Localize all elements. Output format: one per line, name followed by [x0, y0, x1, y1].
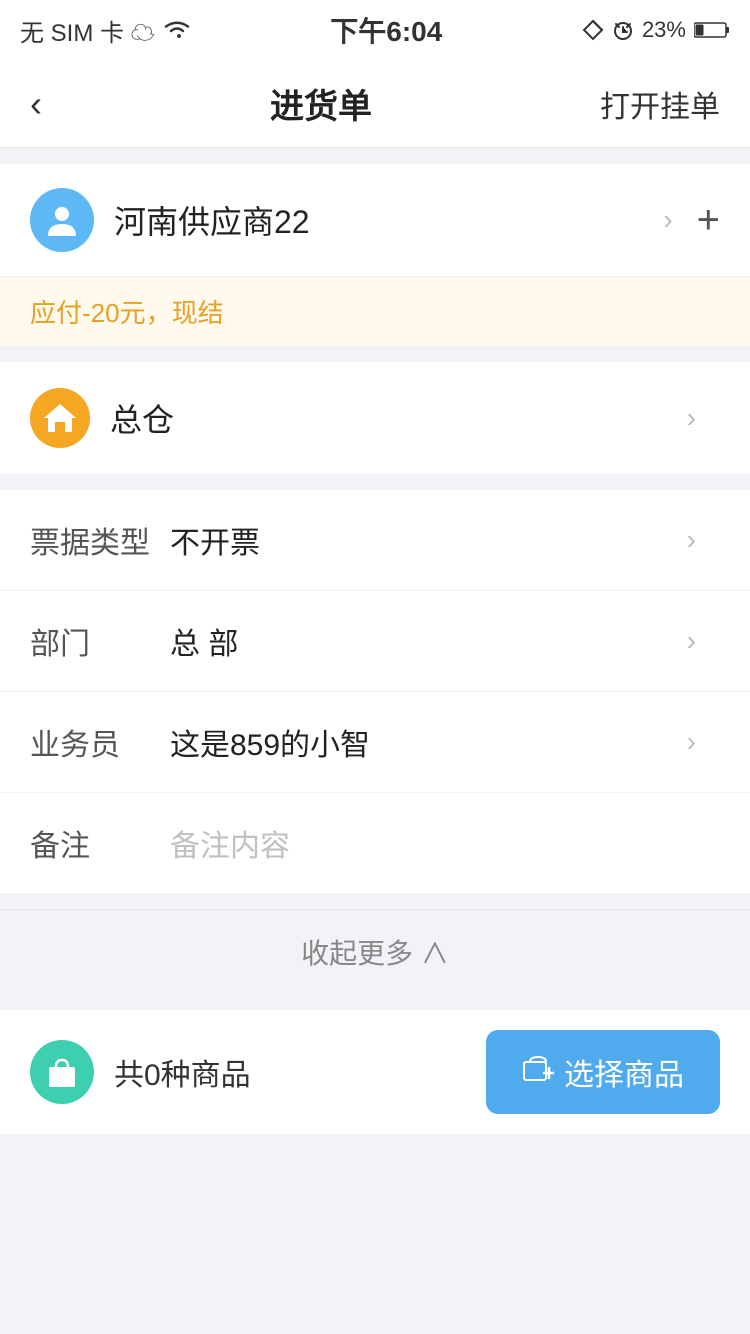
- product-count-label: 共0种商品: [114, 1050, 486, 1094]
- invoice-type-row[interactable]: 票据类型 不开票 ›: [0, 490, 750, 590]
- sales-rep-value: 这是859的小智: [170, 720, 687, 764]
- notice-bar: 应付-20元，现结: [0, 277, 750, 346]
- nav-bar: ‹ 进货单 打开挂单: [0, 60, 750, 148]
- battery-icon: [694, 21, 730, 39]
- sales-rep-chevron-icon: ›: [687, 726, 696, 758]
- invoice-type-value: 不开票: [170, 518, 687, 562]
- warehouse-chevron-icon: ›: [687, 402, 696, 434]
- product-icon: [30, 1040, 94, 1104]
- open-pending-button[interactable]: 打开挂单: [600, 82, 720, 126]
- status-left: 无 SIM 卡 ☁: [20, 13, 191, 48]
- form-section: 票据类型 不开票 › 部门 总 部 › 业务员 这是859的小智 › 备注 备注…: [0, 490, 750, 893]
- status-bar: 无 SIM 卡 ☁ 下午6:04 23%: [0, 0, 750, 60]
- page-title: 进货单: [270, 79, 372, 128]
- cart-add-icon: [522, 1056, 554, 1088]
- warehouse-row[interactable]: 总仓 ›: [0, 362, 750, 474]
- back-button[interactable]: ‹: [30, 83, 42, 125]
- bottom-gap: [0, 994, 750, 1010]
- select-product-button[interactable]: 选择商品: [486, 1030, 720, 1114]
- sales-rep-row[interactable]: 业务员 这是859的小智 ›: [0, 691, 750, 792]
- warehouse-section: 总仓 ›: [0, 362, 750, 474]
- warehouse-name: 总仓: [110, 395, 687, 441]
- remark-input[interactable]: 备注内容: [170, 821, 720, 865]
- supplier-section: 河南供应商22 › + 应付-20元，现结: [0, 164, 750, 346]
- department-value: 总 部: [170, 619, 687, 663]
- supplier-name: 河南供应商22: [114, 197, 663, 243]
- collapse-bar[interactable]: 收起更多 ∧: [0, 909, 750, 994]
- remark-label: 备注: [30, 821, 170, 865]
- sim-label: 无 SIM 卡 ☁: [20, 13, 155, 48]
- bottom-bar: 共0种商品 选择商品: [0, 1010, 750, 1134]
- invoice-type-chevron-icon: ›: [687, 524, 696, 556]
- location-icon: [582, 19, 604, 41]
- section-gap: [0, 148, 750, 164]
- warehouse-icon: [30, 388, 90, 448]
- alarm-icon: [612, 19, 634, 41]
- department-label: 部门: [30, 619, 170, 663]
- status-right: 23%: [582, 17, 730, 43]
- supplier-chevron-icon: ›: [663, 204, 672, 236]
- wifi-icon: [163, 20, 191, 40]
- department-chevron-icon: ›: [687, 625, 696, 657]
- status-time: 下午6:04: [330, 10, 442, 50]
- invoice-type-label: 票据类型: [30, 518, 170, 562]
- supplier-row[interactable]: 河南供应商22 › +: [0, 164, 750, 277]
- battery-label: 23%: [642, 17, 686, 43]
- add-button[interactable]: +: [697, 198, 720, 243]
- sales-rep-label: 业务员: [30, 720, 170, 764]
- supplier-avatar: [30, 188, 94, 252]
- select-product-label: 选择商品: [564, 1050, 684, 1094]
- department-row[interactable]: 部门 总 部 ›: [0, 590, 750, 691]
- remark-row[interactable]: 备注 备注内容: [0, 792, 750, 893]
